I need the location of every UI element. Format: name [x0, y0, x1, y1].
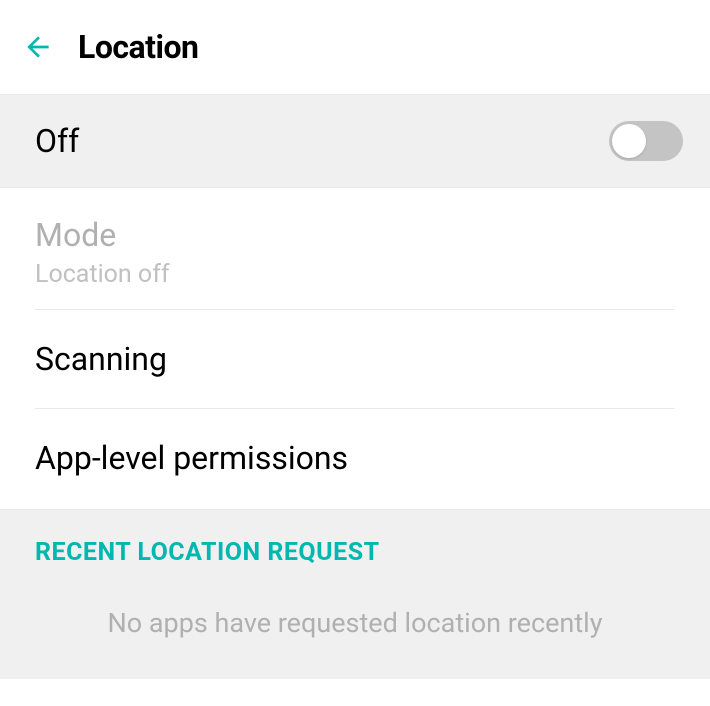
section-header-text: RECENT LOCATION REQUEST	[35, 538, 675, 567]
scanning-label: Scanning	[35, 340, 675, 378]
back-button[interactable]	[20, 29, 56, 65]
header-bar: Location	[0, 0, 710, 94]
settings-list: Mode Location off Scanning App-level per…	[0, 188, 710, 509]
toggle-knob	[612, 124, 646, 158]
mode-title: Mode	[35, 216, 675, 254]
scanning-row[interactable]: Scanning	[35, 310, 675, 409]
empty-state-text: No apps have requested location recently	[35, 607, 675, 639]
recent-location-section-header: RECENT LOCATION REQUEST	[0, 509, 710, 577]
page-title: Location	[78, 28, 198, 66]
back-arrow-icon	[22, 31, 54, 63]
location-toggle-switch[interactable]	[609, 121, 683, 161]
location-toggle-label: Off	[35, 122, 79, 160]
location-toggle-row[interactable]: Off	[0, 94, 710, 188]
recent-location-empty-state: No apps have requested location recently	[0, 577, 710, 679]
mode-subtitle: Location off	[35, 260, 675, 289]
mode-row: Mode Location off	[35, 188, 675, 310]
app-permissions-row[interactable]: App-level permissions	[35, 409, 675, 509]
app-permissions-label: App-level permissions	[35, 439, 675, 477]
